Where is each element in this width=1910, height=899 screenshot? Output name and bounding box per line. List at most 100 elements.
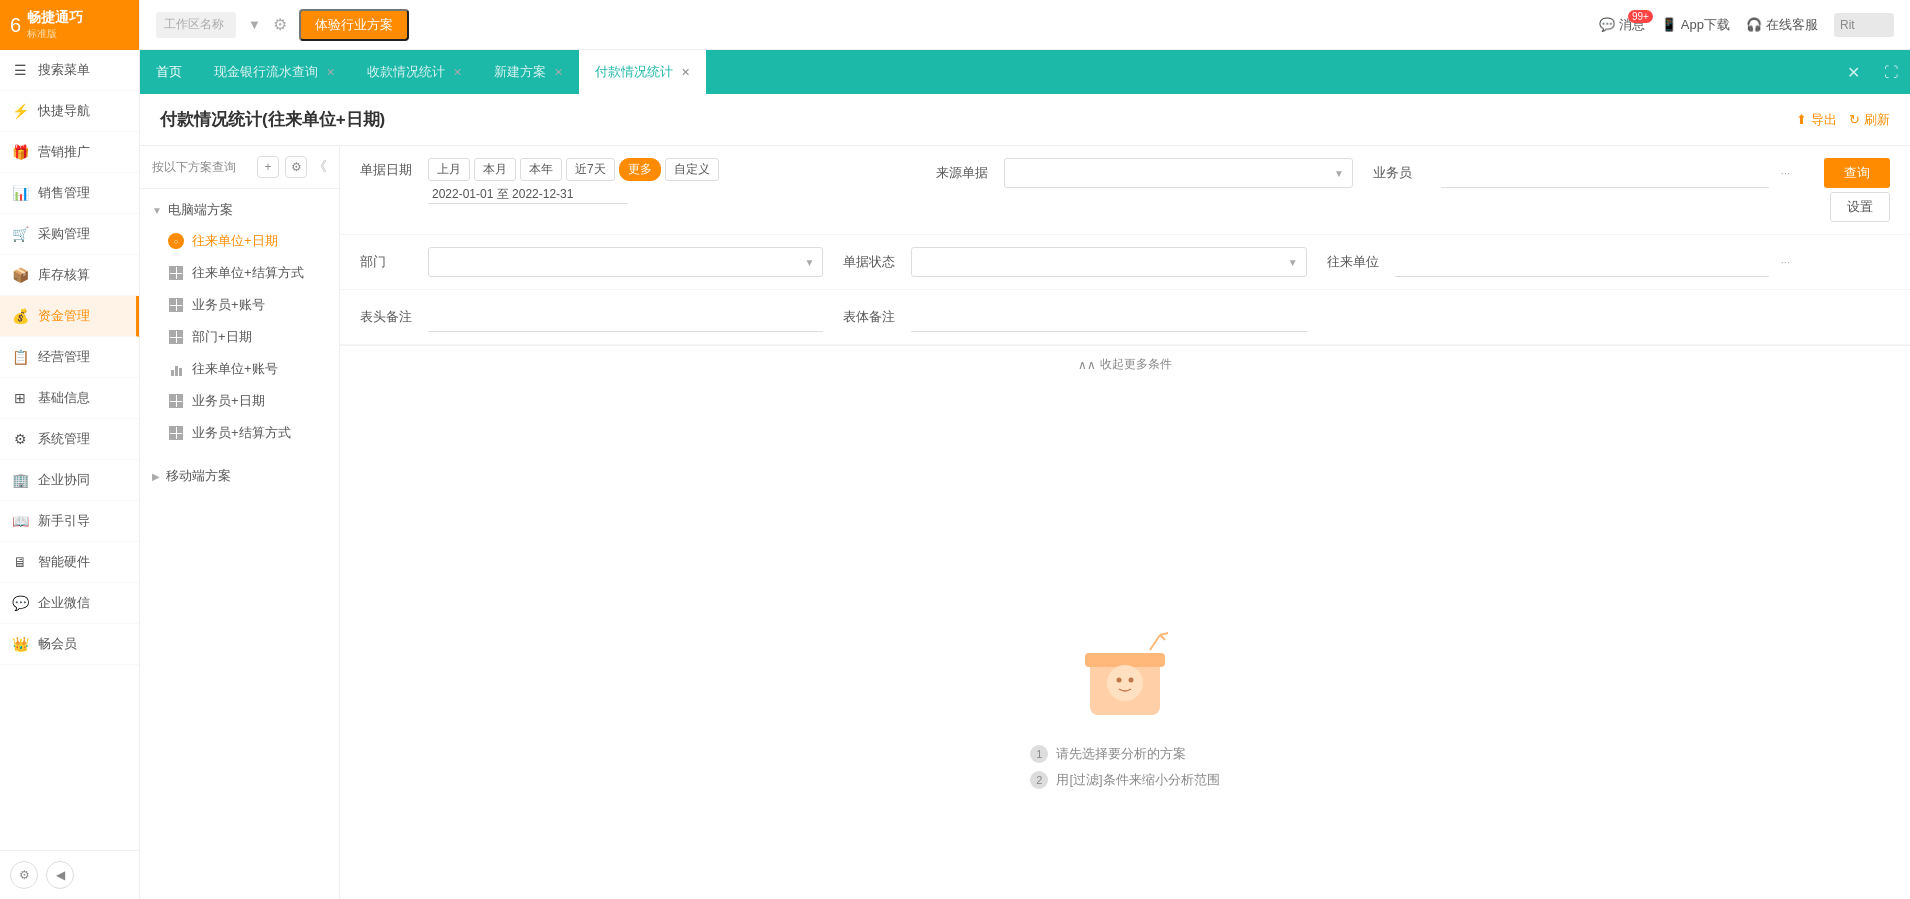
tab-payment-stats[interactable]: 付款情况统计✕ — [579, 50, 706, 94]
sidebar-item-operations[interactable]: 📋 经营管理 — [0, 337, 139, 378]
date-btn-this-month[interactable]: 本月 — [474, 158, 516, 181]
partner-settle-label: 往来单位+结算方式 — [192, 264, 304, 282]
sidebar-label-wechat: 企业微信 — [38, 594, 90, 612]
app-download-btn[interactable]: 📱 App下载 — [1661, 16, 1730, 34]
scheme-item-partner-date[interactable]: ○ 往来单位+日期 — [140, 225, 339, 257]
date-range-input[interactable] — [428, 185, 628, 204]
tab-close-bank[interactable]: ✕ — [326, 66, 335, 79]
scheme-add-btn[interactable]: + — [257, 156, 279, 178]
header-note-input[interactable] — [428, 302, 823, 332]
sidebar-icon-purchase: 🛒 — [10, 224, 30, 244]
partner-label: 往来单位 — [1327, 253, 1387, 271]
messages-btn[interactable]: 💬 消息 99+ — [1599, 16, 1645, 34]
status-select[interactable]: ▼ — [911, 247, 1306, 277]
sidebar-item-basic[interactable]: ⊞ 基础信息 — [0, 378, 139, 419]
collapse-arrow-icon: ∧∧ — [1078, 358, 1096, 372]
partner-more-btn[interactable]: ··· — [1781, 256, 1790, 268]
filter-row-1: 单据日期 上月 本月 本年 近7天 更多 自定义 — [340, 146, 1910, 235]
sidebar-item-purchase[interactable]: 🛒 采购管理 — [0, 214, 139, 255]
scheme-group-pc: ▼ 电脑端方案 ○ 往来单位+日期 往来单位+结算方式 — [140, 189, 339, 455]
date-label: 单据日期 — [360, 161, 420, 179]
staff-input[interactable] — [1441, 158, 1769, 188]
sidebar-icon-enterprise: 🏢 — [10, 470, 30, 490]
message-icon: 💬 — [1599, 17, 1615, 32]
collapse-more-btn[interactable]: ∧∧ 收起更多条件 — [340, 345, 1910, 383]
query-btn[interactable]: 查询 — [1824, 158, 1890, 188]
sidebar-item-sales[interactable]: 📊 销售管理 — [0, 173, 139, 214]
tab-bar-end: ✕ ⛶ — [1835, 63, 1910, 82]
export-icon: ⬆ — [1796, 112, 1807, 127]
sidebar-item-marketing[interactable]: 🎁 营销推广 — [0, 132, 139, 173]
empty-tips: 1 请先选择要分析的方案 2 用[过滤]条件来缩小分析范围 — [1030, 745, 1219, 797]
scheme-item-staff-settle[interactable]: 业务员+结算方式 — [140, 417, 339, 449]
sidebar-item-hardware[interactable]: 🖥 智能硬件 — [0, 542, 139, 583]
tab-expand-btn[interactable]: ⛶ — [1872, 64, 1910, 80]
scheme-settings-btn[interactable]: ⚙ — [285, 156, 307, 178]
sidebar-item-system[interactable]: ⚙ 系统管理 — [0, 419, 139, 460]
trial-btn[interactable]: 体验行业方案 — [299, 9, 409, 41]
sidebar-label-basic: 基础信息 — [38, 389, 90, 407]
sidebar-item-fund[interactable]: 💰 资金管理 — [0, 296, 139, 337]
date-buttons: 上月 本月 本年 近7天 更多 自定义 — [428, 158, 719, 181]
refresh-btn[interactable]: ↻ 刷新 — [1849, 111, 1890, 129]
filter-settings-btn[interactable]: 设置 — [1830, 192, 1890, 222]
export-btn[interactable]: ⬆ 导出 — [1796, 111, 1837, 129]
scheme-item-partner-settle[interactable]: 往来单位+结算方式 — [140, 257, 339, 289]
sidebar-settings-btn[interactable]: ⚙ — [10, 861, 38, 889]
dept-arrow-icon: ▼ — [804, 257, 814, 268]
partner-input[interactable] — [1395, 247, 1769, 277]
sidebar-item-quick-nav[interactable]: ⚡ 快捷导航 — [0, 91, 139, 132]
sidebar-icon-inventory: 📦 — [10, 265, 30, 285]
sidebar-label-enterprise: 企业协同 — [38, 471, 90, 489]
sidebar-icon-basic: ⊞ — [10, 388, 30, 408]
partner-account-label: 往来单位+账号 — [192, 360, 278, 378]
tab-close-all-btn[interactable]: ✕ — [1835, 63, 1872, 82]
svg-point-2 — [1107, 665, 1143, 701]
sidebar-item-guide[interactable]: 📖 新手引导 — [0, 501, 139, 542]
staff-settle-label: 业务员+结算方式 — [192, 424, 291, 442]
sidebar-logo-text: 畅捷通巧 — [27, 9, 83, 27]
scheme-item-staff-account[interactable]: 业务员+账号 — [140, 289, 339, 321]
scheme-item-dept-date[interactable]: 部门+日期 — [140, 321, 339, 353]
tab-new-scheme[interactable]: 新建方案✕ — [478, 50, 579, 94]
status-group: 单据状态 ▼ — [843, 247, 1306, 277]
mobile-group-label: 移动端方案 — [166, 467, 231, 485]
date-btn-custom[interactable]: 自定义 — [665, 158, 719, 181]
online-service-btn[interactable]: 🎧 在线客服 — [1746, 16, 1818, 34]
dept-select[interactable]: ▼ — [428, 247, 823, 277]
date-btn-this-year[interactable]: 本年 — [520, 158, 562, 181]
date-btn-more[interactable]: 更多 — [619, 158, 661, 181]
sidebar-item-enterprise[interactable]: 🏢 企业协同 — [0, 460, 139, 501]
date-btn-7days[interactable]: 近7天 — [566, 158, 615, 181]
scheme-group-pc-header[interactable]: ▼ 电脑端方案 — [140, 195, 339, 225]
staff-more-btn[interactable]: ··· — [1781, 167, 1790, 179]
sidebar-item-wechat[interactable]: 💬 企业微信 — [0, 583, 139, 624]
source-arrow-icon: ▼ — [1334, 168, 1344, 179]
date-btn-last-month[interactable]: 上月 — [428, 158, 470, 181]
settings-icon[interactable]: ⚙ — [273, 15, 287, 34]
tab-bank[interactable]: 现金银行流水查询✕ — [198, 50, 351, 94]
tab-close-receipt-stats[interactable]: ✕ — [453, 66, 462, 79]
tab-close-payment-stats[interactable]: ✕ — [681, 66, 690, 79]
sidebar-item-inventory[interactable]: 📦 库存核算 — [0, 255, 139, 296]
source-select[interactable]: ▼ — [1004, 158, 1353, 188]
scheme-panel-collapse-btn[interactable]: 《 — [313, 158, 327, 176]
sidebar-icon-guide: 📖 — [10, 511, 30, 531]
tab-receipt-stats[interactable]: 收款情况统计✕ — [351, 50, 478, 94]
status-arrow-icon: ▼ — [1288, 257, 1298, 268]
sidebar-item-search-menu[interactable]: ☰ 搜索菜单 — [0, 50, 139, 91]
scheme-item-staff-date[interactable]: 业务员+日期 — [140, 385, 339, 417]
tab-home[interactable]: 首页 — [140, 50, 198, 94]
svg-line-5 — [1150, 635, 1160, 650]
body-note-group: 表体备注 — [843, 302, 1306, 332]
workspace-arrow[interactable]: ▼ — [248, 17, 261, 32]
sidebar-item-member[interactable]: 👑 畅会员 — [0, 624, 139, 665]
scheme-group-mobile-header[interactable]: ▶ 移动端方案 — [140, 461, 339, 491]
user-avatar[interactable]: Rit — [1834, 13, 1894, 37]
empty-illustration — [1065, 625, 1185, 725]
tab-close-new-scheme[interactable]: ✕ — [554, 66, 563, 79]
svg-line-7 — [1160, 633, 1168, 635]
body-note-input[interactable] — [911, 302, 1306, 332]
scheme-item-partner-account[interactable]: 往来单位+账号 — [140, 353, 339, 385]
sidebar-collapse-btn[interactable]: ◀ — [46, 861, 74, 889]
